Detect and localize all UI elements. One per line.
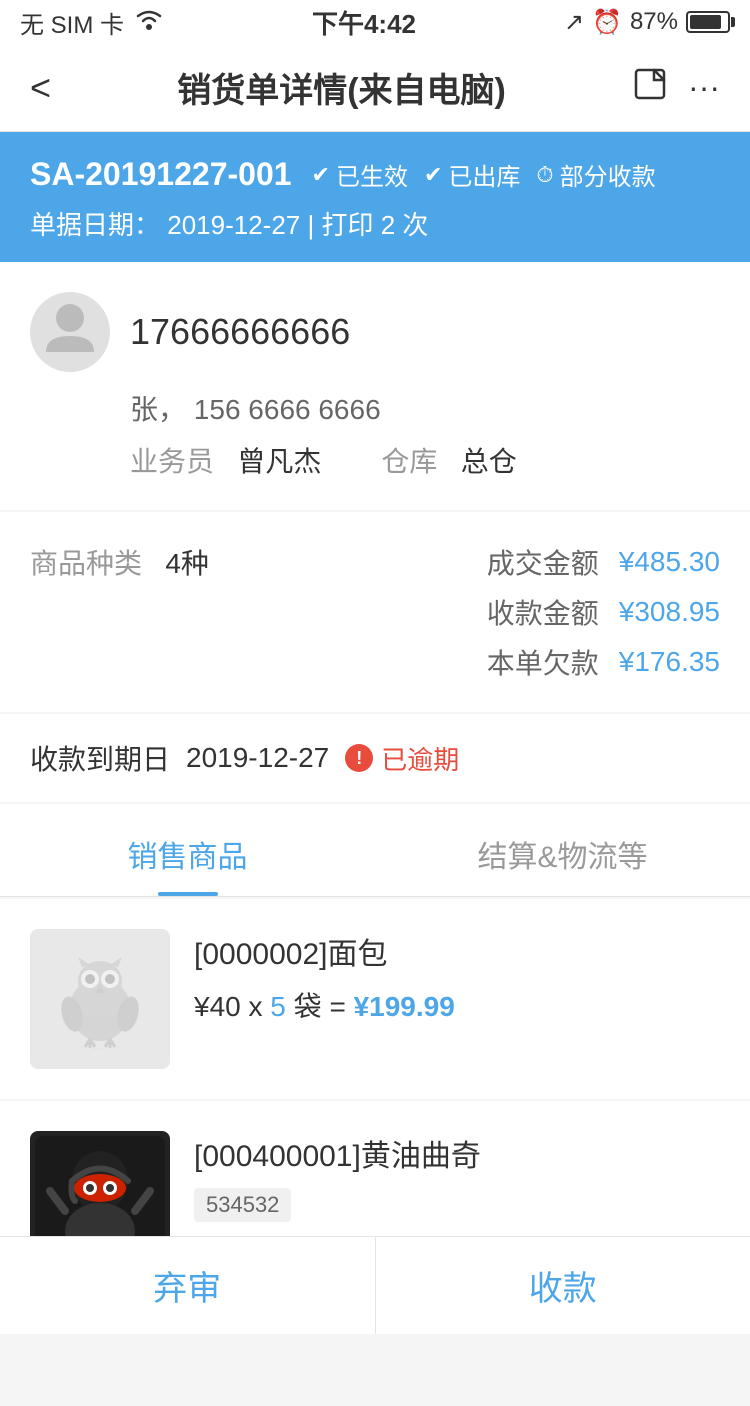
order-id: SA-20191227-001 — [30, 156, 292, 193]
customer-info: 张， 156 6666 6666 — [130, 388, 720, 428]
status-partial-label: 部分收款 — [560, 157, 656, 192]
clock-icon: ⏱ — [536, 162, 553, 188]
product-type-count: 4种 — [165, 548, 209, 579]
customer-account: 17666666666 — [130, 311, 350, 353]
received-label: 收款金额 — [487, 592, 599, 632]
warehouse-label: 仓库 — [381, 446, 437, 477]
debt-value: ¥176.35 — [619, 646, 720, 678]
sales-name: 曾凡杰 — [237, 446, 321, 477]
owl-placeholder: 暂+ — [30, 929, 170, 1069]
wifi-icon — [134, 8, 164, 37]
sales-label: 业务员 — [130, 446, 214, 477]
product-type-label: 商品种类 — [30, 548, 142, 579]
nav-bar: < 销货单详情(来自电脑) ··· — [0, 44, 750, 132]
status-right: ↗ ⏰ 87% — [564, 8, 730, 37]
page-title: 销货单详情(来自电脑) — [177, 63, 506, 112]
cancel-button[interactable]: 弃审 — [0, 1237, 376, 1334]
amount-label: 成交金额 — [487, 542, 599, 582]
stats-left: 商品种类 4种 — [30, 542, 209, 582]
status-badges: ✔ 已生效 ✔ 已出库 ⏱ 部分收款 — [312, 157, 656, 192]
avatar — [30, 292, 110, 372]
product-total-bread: ¥199.99 — [354, 991, 455, 1022]
due-label: 收款到期日 — [30, 738, 170, 778]
customer-meta: 业务员 曾凡杰 仓库 总仓 — [130, 440, 720, 480]
svg-text:暂+: 暂+ — [92, 1048, 108, 1049]
customer-section: 17666666666 张， 156 6666 6666 业务员 曾凡杰 仓库 … — [0, 262, 750, 510]
back-button[interactable]: < — [30, 67, 51, 109]
due-date: 2019-12-27 — [186, 742, 329, 774]
due-section: 收款到期日 2019-12-27 ! 已逾期 — [0, 714, 750, 802]
bottom-bar: 弃审 收款 — [0, 1236, 750, 1334]
warehouse-name: 总仓 — [461, 446, 517, 477]
customer-row: 17666666666 — [30, 292, 720, 372]
received-row: 收款金额 ¥308.95 — [487, 592, 720, 632]
amount-value: ¥485.30 — [619, 546, 720, 578]
confirm-button[interactable]: 收款 — [376, 1237, 750, 1334]
status-delivered: ✔ 已出库 — [424, 157, 520, 192]
stats-right: 成交金额 ¥485.30 收款金额 ¥308.95 本单欠款 ¥176.35 — [487, 542, 720, 682]
more-icon[interactable]: ··· — [688, 69, 720, 106]
tab-sales-products[interactable]: 销售商品 — [0, 804, 375, 896]
check-icon-2: ✔ — [424, 162, 442, 188]
overdue-badge: ! 已逾期 — [345, 740, 459, 777]
status-delivered-label: 已出库 — [448, 157, 520, 192]
sales-info: 业务员 曾凡杰 — [130, 440, 321, 480]
product-item: 暂+ [0000002]面包 ¥40 x 5 袋 = ¥199.99 — [0, 899, 750, 1099]
time-display: 下午4:42 — [312, 4, 416, 41]
battery-icon — [686, 11, 730, 33]
check-icon-1: ✔ — [312, 162, 330, 188]
nav-actions: ··· — [632, 66, 720, 110]
product-info-bread: [0000002]面包 ¥40 x 5 袋 = ¥199.99 — [194, 929, 720, 1025]
tab-settlement[interactable]: 结算&物流等 — [375, 804, 750, 896]
tab-bar: 销售商品 结算&物流等 — [0, 804, 750, 897]
status-left: 无 SIM 卡 — [20, 5, 164, 40]
status-partial: ⏱ 部分收款 — [536, 157, 655, 192]
stats-section: 商品种类 4种 成交金额 ¥485.30 收款金额 ¥308.95 本单欠款 ¥… — [0, 512, 750, 712]
battery-percent: 87% — [630, 8, 678, 36]
overdue-text: 已逾期 — [381, 740, 459, 777]
amount-row: 成交金额 ¥485.30 — [487, 542, 720, 582]
header-date: 单据日期： 2019-12-27 | 打印 2 次 — [30, 205, 720, 242]
product-name-bread: [0000002]面包 — [194, 929, 720, 973]
user-icon — [40, 296, 100, 368]
debt-label: 本单欠款 — [487, 642, 599, 682]
header-top: SA-20191227-001 ✔ 已生效 ✔ 已出库 ⏱ 部分收款 — [30, 156, 720, 193]
location-icon: ↗ — [564, 8, 584, 37]
share-icon[interactable] — [632, 66, 668, 110]
carrier-text: 无 SIM 卡 — [20, 5, 124, 40]
product-price-bread: ¥40 x 5 袋 = ¥199.99 — [194, 985, 720, 1025]
product-qty-bread: 5 — [270, 991, 286, 1022]
status-effected: ✔ 已生效 — [312, 157, 408, 192]
product-tag-cookie: 534532 — [194, 1188, 291, 1222]
warehouse-info: 仓库 总仓 — [381, 440, 516, 480]
product-name-cookie: [000400001]黄油曲奇 — [194, 1131, 720, 1175]
received-value: ¥308.95 — [619, 596, 720, 628]
status-bar: 无 SIM 卡 下午4:42 ↗ ⏰ 87% — [0, 0, 750, 44]
alarm-icon: ⏰ — [592, 8, 622, 37]
overdue-icon: ! — [345, 744, 373, 772]
product-image-bread: 暂+ — [30, 929, 170, 1069]
status-effected-label: 已生效 — [336, 157, 408, 192]
debt-row: 本单欠款 ¥176.35 — [487, 642, 720, 682]
header-banner: SA-20191227-001 ✔ 已生效 ✔ 已出库 ⏱ 部分收款 单据日期：… — [0, 132, 750, 262]
